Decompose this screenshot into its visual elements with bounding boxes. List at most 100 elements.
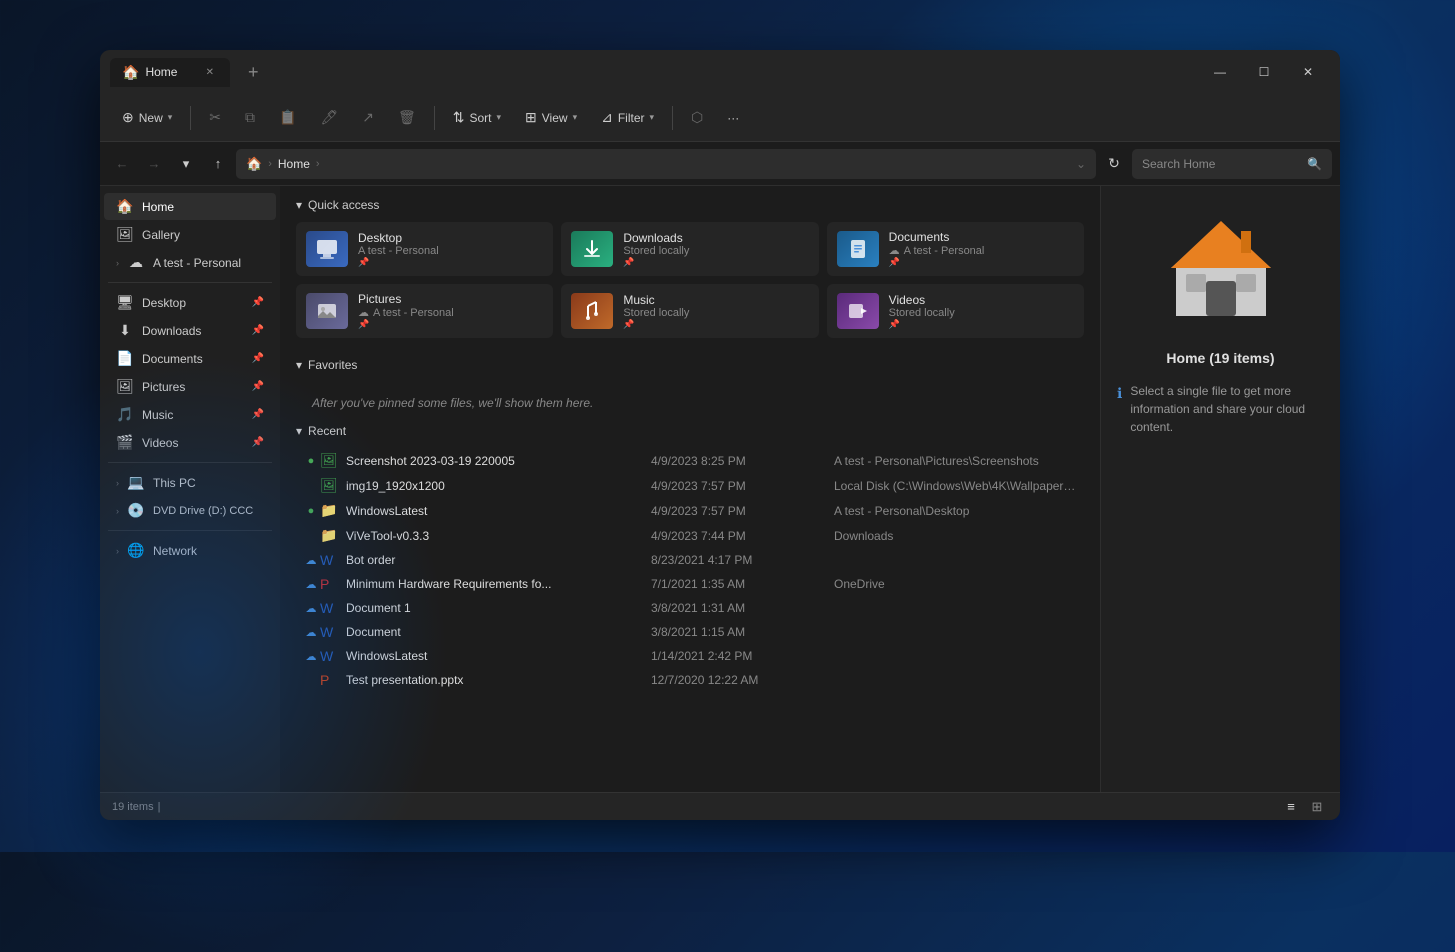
file-icon-5: P — [320, 576, 342, 592]
favorites-arrow-icon: ▾ — [296, 358, 302, 372]
recent-row-3[interactable]: 📁 ViVeTool-v0.3.3 4/9/2023 7:44 PM Downl… — [296, 523, 1084, 548]
status-4: ☁ — [302, 554, 320, 567]
sidebar-item-gallery[interactable]: 🖼 Gallery — [104, 221, 276, 248]
recent-row-7[interactable]: ☁ W Document 3/8/2021 1:15 AM — [296, 620, 1084, 644]
new-button[interactable]: ⊕ New ▾ — [112, 104, 182, 131]
sidebar-item-home[interactable]: 🏠 Home — [104, 193, 276, 220]
folder-videos-info: Videos Stored locally 📌 — [889, 293, 1074, 330]
date-2: 4/9/2023 7:57 PM — [651, 504, 834, 518]
recent-row-8[interactable]: ☁ W WindowsLatest 1/14/2021 2:42 PM — [296, 644, 1084, 668]
folder-card-downloads[interactable]: Downloads Stored locally 📌 — [561, 222, 818, 276]
more-label: ··· — [727, 111, 739, 125]
recent-row-1[interactable]: 🖼 img19_1920x1200 4/9/2023 7:57 PM Local… — [296, 473, 1084, 498]
documents-pin-icon: 📌 — [252, 353, 264, 364]
sidebar-item-dvd[interactable]: › 💿 DVD Drive (D:) CCC — [104, 497, 276, 524]
sidebar-item-downloads[interactable]: ⬇ Downloads 📌 — [104, 317, 276, 344]
cut-icon: ✂ — [209, 109, 221, 126]
close-button[interactable]: ✕ — [1286, 56, 1330, 88]
recent-row-9[interactable]: P Test presentation.pptx 12/7/2020 12:22… — [296, 668, 1084, 692]
folder-pictures-info: Pictures ☁A test - Personal 📌 — [358, 292, 543, 330]
toolbar: ⊕ New ▾ ✂ ⧉ 📋 🖊 ↗ 🗑 ⇅ Sort ▾ ⊞ — [100, 94, 1340, 142]
file-explorer-window: 🏠 Home ✕ + — ☐ ✕ ⊕ New ▾ ✂ ⧉ 📋 🖊 — [100, 50, 1340, 820]
delete-button[interactable]: 🗑 — [388, 104, 426, 131]
sort-icon: ⇅ — [453, 109, 465, 126]
filename-0: Screenshot 2023-03-19 220005 — [346, 454, 651, 468]
filename-6: Document 1 — [346, 601, 651, 615]
new-tab-button[interactable]: + — [242, 60, 265, 85]
recent-row-0[interactable]: ● 🖼 Screenshot 2023-03-19 220005 4/9/202… — [296, 448, 1084, 473]
quick-access-header[interactable]: ▾ Quick access — [296, 198, 1084, 212]
folder-documents-sub: ☁A test - Personal — [889, 244, 1074, 257]
filter-button[interactable]: ⊿ Filter ▾ — [591, 104, 664, 131]
folder-card-documents[interactable]: Documents ☁A test - Personal 📌 — [827, 222, 1084, 276]
rename-icon: 🖊 — [320, 109, 338, 126]
location-0: A test - Personal\Pictures\Screenshots — [834, 454, 1078, 468]
sidebar-item-documents[interactable]: 📄 Documents 📌 — [104, 345, 276, 372]
details-view-button[interactable]: ≡ — [1280, 797, 1302, 817]
sidebar-item-atest[interactable]: › ☁ A test - Personal — [104, 249, 276, 276]
folder-documents-name: Documents — [889, 230, 1074, 244]
address-path[interactable]: 🏠 › Home › ⌄ — [236, 149, 1096, 179]
sidebar-item-desktop[interactable]: 🖥 Desktop 📌 — [104, 289, 276, 316]
folder-card-desktop[interactable]: Desktop A test - Personal 📌 — [296, 222, 553, 276]
folder-music-icon — [571, 293, 613, 329]
tab-close-button[interactable]: ✕ — [202, 65, 218, 80]
folder-documents-info: Documents ☁A test - Personal 📌 — [889, 230, 1074, 268]
sidebar-item-pictures[interactable]: 🖼 Pictures 📌 — [104, 373, 276, 400]
downloads-pin-icon: 📌 — [252, 325, 264, 336]
status-bar: 19 items | ≡ ⊞ — [100, 792, 1340, 820]
folder-card-pictures[interactable]: Pictures ☁A test - Personal 📌 — [296, 284, 553, 338]
tab-home-label: Home — [145, 65, 177, 79]
separator-1 — [190, 106, 191, 130]
sort-button[interactable]: ⇅ Sort ▾ — [443, 104, 511, 131]
favorites-header[interactable]: ▾ Favorites — [296, 358, 1084, 372]
back-button[interactable]: ← — [108, 150, 136, 178]
folder-desktop-sub: A test - Personal — [358, 245, 543, 257]
sidebar-pictures-label: Pictures — [142, 380, 185, 394]
filter-label: Filter — [618, 111, 645, 125]
rename-button[interactable]: 🖊 — [310, 104, 348, 131]
recent-locations-button[interactable]: ▾ — [172, 150, 200, 178]
recent-header[interactable]: ▾ Recent — [296, 424, 1084, 438]
date-9: 12/7/2020 12:22 AM — [651, 673, 834, 687]
search-box[interactable]: Search Home 🔍 — [1132, 149, 1332, 179]
folder-card-videos[interactable]: Videos Stored locally 📌 — [827, 284, 1084, 338]
recent-row-5[interactable]: ☁ P Minimum Hardware Requirements fo... … — [296, 572, 1084, 596]
network-icon: 🌐 — [127, 542, 145, 559]
sidebar-divider-2 — [108, 462, 272, 463]
filename-2: WindowsLatest — [346, 504, 651, 518]
sidebar-videos-label: Videos — [142, 436, 178, 450]
file-icon-2: 📁 — [320, 502, 342, 519]
forward-button[interactable]: → — [140, 150, 168, 178]
share2-button[interactable]: ⬡ — [681, 104, 713, 131]
folder-downloads-name: Downloads — [623, 231, 808, 245]
filter-icon: ⊿ — [601, 109, 613, 126]
sidebar-item-thispc[interactable]: › 💻 This PC — [104, 469, 276, 496]
file-icon-6: W — [320, 600, 342, 616]
copy-button[interactable]: ⧉ — [235, 104, 265, 131]
paste-button[interactable]: 📋 — [269, 104, 306, 131]
quick-access-grid: Desktop A test - Personal 📌 Downloads St… — [296, 222, 1084, 338]
folder-card-music[interactable]: Music Stored locally 📌 — [561, 284, 818, 338]
cut-button[interactable]: ✂ — [199, 104, 231, 131]
tiles-view-button[interactable]: ⊞ — [1306, 797, 1328, 817]
minimize-button[interactable]: — — [1198, 56, 1242, 88]
sort-label: Sort — [469, 111, 491, 125]
gallery-icon: 🖼 — [116, 226, 134, 243]
folder-desktop-icon — [306, 231, 348, 267]
up-button[interactable]: ↑ — [204, 150, 232, 178]
recent-row-2[interactable]: ● 📁 WindowsLatest 4/9/2023 7:57 PM A tes… — [296, 498, 1084, 523]
recent-row-6[interactable]: ☁ W Document 1 3/8/2021 1:31 AM — [296, 596, 1084, 620]
sidebar-item-network[interactable]: › 🌐 Network — [104, 537, 276, 564]
more-button[interactable]: ··· — [717, 106, 749, 130]
recent-row-4[interactable]: ☁ W Bot order 8/23/2021 4:17 PM — [296, 548, 1084, 572]
tab-home[interactable]: 🏠 Home ✕ — [110, 58, 230, 87]
sidebar-item-videos[interactable]: 🎬 Videos 📌 — [104, 429, 276, 456]
sidebar-item-music[interactable]: 🎵 Music 📌 — [104, 401, 276, 428]
share-button[interactable]: ↗ — [352, 104, 384, 131]
view-button[interactable]: ⊞ View ▾ — [515, 104, 587, 131]
date-1: 4/9/2023 7:57 PM — [651, 479, 834, 493]
sidebar-documents-label: Documents — [142, 352, 203, 366]
refresh-button[interactable]: ↻ — [1100, 150, 1128, 178]
maximize-button[interactable]: ☐ — [1242, 56, 1286, 88]
